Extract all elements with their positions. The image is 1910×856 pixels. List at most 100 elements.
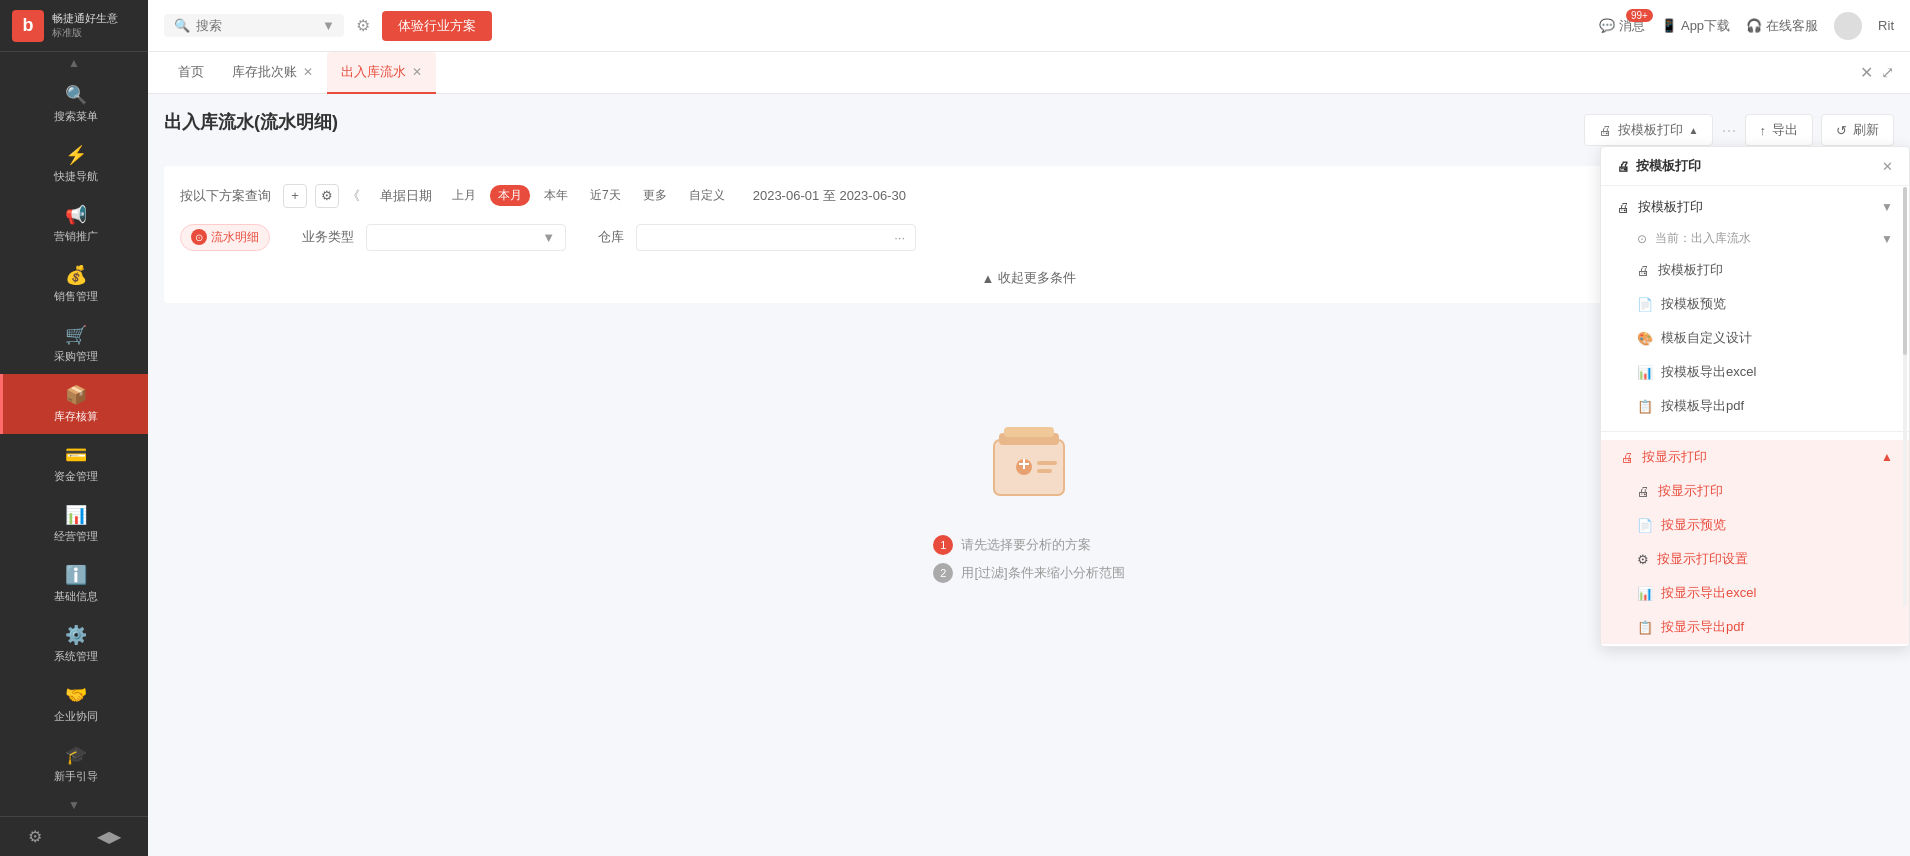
display-preview-item[interactable]: 📄 按显示预览 xyxy=(1601,508,1909,542)
display-print-section: 🖨 按显示打印 ▲ 🖨 按显示打印 📄 按显示预览 xyxy=(1601,436,1909,646)
display-pdf-icon: 📋 xyxy=(1637,620,1653,635)
preview-icon: 📄 xyxy=(1637,297,1653,312)
app-icon: 📱 xyxy=(1661,18,1677,33)
template-print-item[interactable]: 🖨 按模板打印 xyxy=(1601,253,1909,287)
logo-title: 畅捷通好生意 xyxy=(52,11,118,26)
tag-icon: ⊙ xyxy=(191,229,207,245)
settings-button[interactable]: ⚙ xyxy=(28,827,42,846)
logo-icon: b xyxy=(12,10,44,42)
date-btn-current-month[interactable]: 本月 xyxy=(490,185,530,206)
tab-flow-close[interactable]: ✕ xyxy=(412,65,422,79)
app-download-button[interactable]: 📱 App下载 xyxy=(1661,17,1730,35)
sidebar-scroll-up[interactable]: ▲ xyxy=(0,52,148,74)
header-gear-icon[interactable]: ⚙ xyxy=(356,16,370,35)
tab-batch-close[interactable]: ✕ xyxy=(303,65,313,79)
sidebar-item-sales[interactable]: 💰 销售管理 xyxy=(0,254,148,314)
date-btn-custom[interactable]: 自定义 xyxy=(681,185,733,206)
sidebar-menu: 🔍 搜索菜单 ⚡ 快捷导航 📢 营销推广 💰 销售管理 🛒 采购管理 📦 xyxy=(0,74,148,794)
scrollbar-thumb[interactable] xyxy=(1903,187,1907,355)
tab-home[interactable]: 首页 xyxy=(164,52,218,94)
sidebar-item-search[interactable]: 🔍 搜索菜单 xyxy=(0,74,148,134)
sidebar-item-basic[interactable]: ℹ️ 基础信息 xyxy=(0,554,148,614)
dropdown-close-icon[interactable]: ✕ xyxy=(1882,159,1893,174)
display-print-settings-item[interactable]: ⚙ 按显示打印设置 xyxy=(1601,542,1909,576)
date-btn-more[interactable]: 更多 xyxy=(635,185,675,206)
sidebar-item-purchase[interactable]: 🛒 采购管理 xyxy=(0,314,148,374)
refresh-icon: ↺ xyxy=(1836,123,1847,138)
top-header: 🔍 ▼ ⚙ 体验行业方案 💬 消息 99+ 📱 App下载 🎧 在线客服 xyxy=(148,0,1910,52)
display-section-chevron-icon: ▲ xyxy=(1881,450,1893,464)
template-excel-item[interactable]: 📊 按模板导出excel xyxy=(1601,355,1909,389)
current-chevron-icon: ▼ xyxy=(1881,232,1893,246)
svg-rect-2 xyxy=(1004,427,1054,437)
operations-icon: 📊 xyxy=(65,504,87,526)
header-search-box[interactable]: 🔍 ▼ xyxy=(164,14,344,37)
collapse-up-icon: ▲ xyxy=(982,271,995,286)
sidebar-item-quicknav[interactable]: ⚡ 快捷导航 xyxy=(0,134,148,194)
custom-icon: 🎨 xyxy=(1637,331,1653,346)
collapse-button[interactable]: ◀▶ xyxy=(97,827,121,846)
business-type-select[interactable]: ▼ xyxy=(366,224,566,251)
sidebar-item-finance[interactable]: 💳 资金管理 xyxy=(0,434,148,494)
collapse-button[interactable]: ▲ 收起更多条件 xyxy=(982,269,1077,287)
filter-collapse-icon[interactable]: 《 xyxy=(347,187,360,205)
template-section-label: 🖨 按模板打印 xyxy=(1617,198,1703,216)
tab-expand-icon[interactable]: ⤢ xyxy=(1881,63,1894,82)
date-range-label: 2023-06-01 至 2023-06-30 xyxy=(753,187,906,205)
message-button[interactable]: 💬 消息 99+ xyxy=(1599,17,1645,35)
sidebar-item-system[interactable]: ⚙️ 系统管理 xyxy=(0,614,148,674)
dropdown-panel: 🖨 按模板打印 ✕ 🖨 按模板打印 ▼ xyxy=(1600,146,1910,647)
step-2: 2 用[过滤]条件来缩小分析范围 xyxy=(933,563,1124,583)
sidebar-item-guide[interactable]: 🎓 新手引导 xyxy=(0,734,148,794)
message-icon: 💬 xyxy=(1599,18,1615,33)
marketing-icon: 📢 xyxy=(65,204,87,226)
tab-flow[interactable]: 出入库流水 ✕ xyxy=(327,52,436,94)
export-button[interactable]: ↑ 导出 xyxy=(1745,114,1814,146)
display-pdf-item[interactable]: 📋 按显示导出pdf xyxy=(1601,610,1909,644)
trial-button[interactable]: 体验行业方案 xyxy=(382,11,492,41)
search-chevron-icon[interactable]: ▼ xyxy=(322,18,335,33)
template-print-header[interactable]: 🖨 按模板打印 ▼ xyxy=(1601,190,1909,224)
display-print-header[interactable]: 🖨 按显示打印 ▲ xyxy=(1601,440,1909,474)
template-print-icon: 🖨 xyxy=(1617,200,1630,215)
date-filter-label: 单据日期 xyxy=(380,187,432,205)
online-service-button[interactable]: 🎧 在线客服 xyxy=(1746,17,1818,35)
display-print-item[interactable]: 🖨 按显示打印 xyxy=(1601,474,1909,508)
sidebar-item-inventory[interactable]: 📦 库存核算 xyxy=(0,374,148,434)
username-label[interactable]: Rit xyxy=(1878,18,1894,33)
system-icon: ⚙️ xyxy=(65,624,87,646)
date-btn-last-month[interactable]: 上月 xyxy=(444,185,484,206)
filter-label: 按以下方案查询 xyxy=(180,187,271,205)
template-pdf-item[interactable]: 📋 按模板导出pdf xyxy=(1601,389,1909,423)
page-header-actions: 🖨 按模板打印 ▲ ··· ↑ 导出 ↺ 刷新 xyxy=(1584,114,1894,146)
tab-batch[interactable]: 库存批次账 ✕ xyxy=(218,52,327,94)
date-btn-7days[interactable]: 近7天 xyxy=(582,185,629,206)
warehouse-more-icon: ··· xyxy=(894,230,905,245)
flow-detail-tag[interactable]: ⊙ 流水明细 xyxy=(180,224,270,251)
main-content: 🔍 ▼ ⚙ 体验行业方案 💬 消息 99+ 📱 App下载 🎧 在线客服 xyxy=(148,0,1910,856)
section-divider xyxy=(1601,431,1909,432)
display-print-file-icon: 🖨 xyxy=(1637,484,1650,499)
refresh-button[interactable]: ↺ 刷新 xyxy=(1821,114,1894,146)
sidebar-item-collab[interactable]: 🤝 企业协同 xyxy=(0,674,148,734)
avatar[interactable] xyxy=(1834,12,1862,40)
date-btn-this-year[interactable]: 本年 xyxy=(536,185,576,206)
filter-actions: + ⚙ 《 xyxy=(283,184,360,208)
display-print-icon: 🖨 xyxy=(1621,450,1634,465)
tab-close-all-icon[interactable]: ✕ xyxy=(1860,63,1873,82)
print-button[interactable]: 🖨 按模板打印 ▲ xyxy=(1584,114,1714,146)
sidebar-scroll-down[interactable]: ▼ xyxy=(0,794,148,816)
display-excel-item[interactable]: 📊 按显示导出excel xyxy=(1601,576,1909,610)
search-input[interactable] xyxy=(196,18,316,33)
filter-setting-button[interactable]: ⚙ xyxy=(315,184,339,208)
template-custom-item[interactable]: 🎨 模板自定义设计 xyxy=(1601,321,1909,355)
collab-icon: 🤝 xyxy=(65,684,87,706)
sidebar-item-marketing[interactable]: 📢 营销推广 xyxy=(0,194,148,254)
sidebar-item-operations[interactable]: 📊 经营管理 xyxy=(0,494,148,554)
scrollbar-track xyxy=(1903,187,1907,606)
template-preview-item[interactable]: 📄 按模板预览 xyxy=(1601,287,1909,321)
filter-add-button[interactable]: + xyxy=(283,184,307,208)
warehouse-select[interactable]: ··· xyxy=(636,224,916,251)
header-right: 💬 消息 99+ 📱 App下载 🎧 在线客服 Rit xyxy=(1599,12,1894,40)
basic-icon: ℹ️ xyxy=(65,564,87,586)
